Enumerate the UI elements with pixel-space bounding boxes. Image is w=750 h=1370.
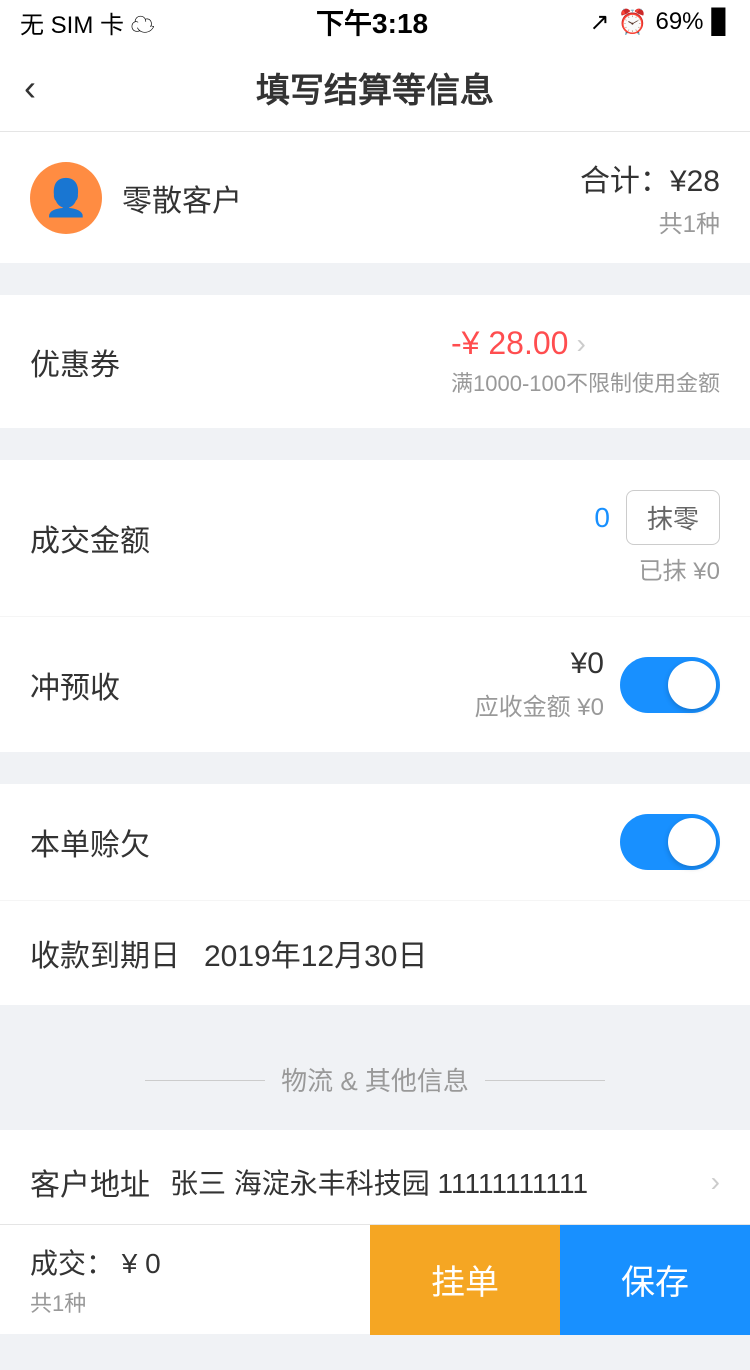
address-card[interactable]: 客户地址 张三 海淀永丰科技园 11111111111 › [0, 1130, 750, 1234]
customer-total: 合计：¥28 共1种 [580, 156, 720, 239]
customer-name: 零散客户 [122, 176, 242, 220]
status-right: ↗ ⏰ 69% ▊ [589, 8, 730, 37]
logistics-header: 物流 & 其他信息 [0, 1037, 750, 1122]
prepayment-sub: 应收金额 ¥0 [475, 687, 604, 722]
deal-amount-card: 成交金额 0 抹零 已抹 ¥0 冲预收 ¥0 应收金额 ¥0 [0, 460, 750, 752]
credit-toggle[interactable] [620, 814, 720, 870]
deal-label: 成交： [30, 1248, 114, 1279]
prepayment-label: 冲预收 [30, 663, 120, 707]
prepayment-toggle[interactable] [620, 657, 720, 713]
page-title: 填写结算等信息 [256, 63, 494, 112]
total-price: 合计：¥28 [580, 156, 720, 200]
content-area: 👤 零散客户 合计：¥28 共1种 优惠券 -¥ 28.00 › 满1000-1… [0, 132, 750, 1370]
customer-card: 👤 零散客户 合计：¥28 共1种 [0, 132, 750, 263]
logistics-title: 物流 & 其他信息 [281, 1061, 469, 1098]
battery-text: 69% [655, 8, 703, 36]
no-sim-text: 无 SIM 卡 ☁ [20, 5, 155, 40]
credit-label: 本单赊欠 [30, 820, 150, 864]
pending-button[interactable]: 挂单 [370, 1225, 560, 1335]
deal-amount-sub: 已抹 ¥0 [594, 551, 720, 586]
status-time: 下午3:18 [316, 2, 428, 42]
coupon-row[interactable]: 优惠券 -¥ 28.00 › 满1000-100不限制使用金额 [0, 295, 750, 428]
prepayment-row: 冲预收 ¥0 应收金额 ¥0 [0, 617, 750, 752]
prepayment-value: ¥0 [475, 647, 604, 681]
credit-row: 本单赊欠 [0, 784, 750, 901]
prepayment-right: ¥0 应收金额 ¥0 [475, 647, 720, 722]
avatar-icon: 👤 [44, 177, 89, 219]
alarm-icon: ⏰ [618, 8, 648, 37]
deal-amount-value-col: 0 抹零 已抹 ¥0 [594, 490, 720, 586]
round-zero-button[interactable]: 抹零 [626, 490, 720, 545]
divider-1 [0, 279, 750, 295]
bottom-bar: 成交： ¥ 0 共1种 挂单 保存 [0, 1224, 750, 1334]
address-row[interactable]: 客户地址 张三 海淀永丰科技园 11111111111 › [0, 1130, 750, 1234]
save-button[interactable]: 保存 [560, 1225, 750, 1335]
coupon-note: 满1000-100不限制使用金额 [451, 366, 720, 398]
coupon-right: -¥ 28.00 › 满1000-100不限制使用金额 [451, 325, 720, 398]
address-label: 客户地址 [30, 1160, 150, 1204]
due-date-row: 收款到期日 2019年12月30日 [0, 901, 750, 1005]
toggle-circle [668, 661, 716, 709]
address-chevron-icon: › [711, 1166, 720, 1198]
credit-right [620, 814, 720, 870]
nav-bar: ‹ 填写结算等信息 [0, 44, 750, 132]
customer-row: 👤 零散客户 合计：¥28 共1种 [0, 132, 750, 263]
location-icon: ↗ [589, 8, 609, 37]
status-left: 无 SIM 卡 ☁ [20, 5, 155, 40]
deal-amount-value: 0 [594, 502, 610, 534]
coupon-discount: -¥ 28.00 [451, 325, 568, 362]
bottom-deal-text: 成交： ¥ 0 [30, 1242, 340, 1282]
coupon-card[interactable]: 优惠券 -¥ 28.00 › 满1000-100不限制使用金额 [0, 295, 750, 428]
divider-2 [0, 444, 750, 460]
due-date-value: 2019年12月30日 [204, 931, 427, 975]
chevron-icon: › [576, 328, 585, 360]
deal-amount-row: 成交金额 0 抹零 已抹 ¥0 [0, 460, 750, 617]
avatar: 👤 [30, 162, 102, 234]
divider-4 [0, 1021, 750, 1037]
bottom-count: 共1种 [30, 1286, 340, 1318]
customer-left: 👤 零散客户 [30, 162, 242, 234]
back-button[interactable]: ‹ [24, 67, 36, 109]
deal-value: ¥ 0 [122, 1248, 161, 1279]
bottom-info: 成交： ¥ 0 共1种 [0, 1242, 370, 1318]
deal-amount-label: 成交金额 [30, 516, 150, 560]
due-date-label: 收款到期日 [30, 931, 180, 975]
toggle-circle-2 [668, 818, 716, 866]
address-value: 张三 海淀永丰科技园 11111111111 [170, 1162, 703, 1202]
status-bar: 无 SIM 卡 ☁ 下午3:18 ↗ ⏰ 69% ▊ [0, 0, 750, 44]
prepayment-value-col: ¥0 应收金额 ¥0 [475, 647, 604, 722]
divider-5 [0, 1122, 750, 1130]
battery-icon: ▊ [712, 8, 730, 37]
coupon-label: 优惠券 [30, 340, 120, 384]
deal-amount-right: 0 抹零 已抹 ¥0 [594, 490, 720, 586]
credit-card: 本单赊欠 收款到期日 2019年12月30日 [0, 784, 750, 1005]
divider-3 [0, 768, 750, 784]
total-count: 共1种 [580, 204, 720, 239]
